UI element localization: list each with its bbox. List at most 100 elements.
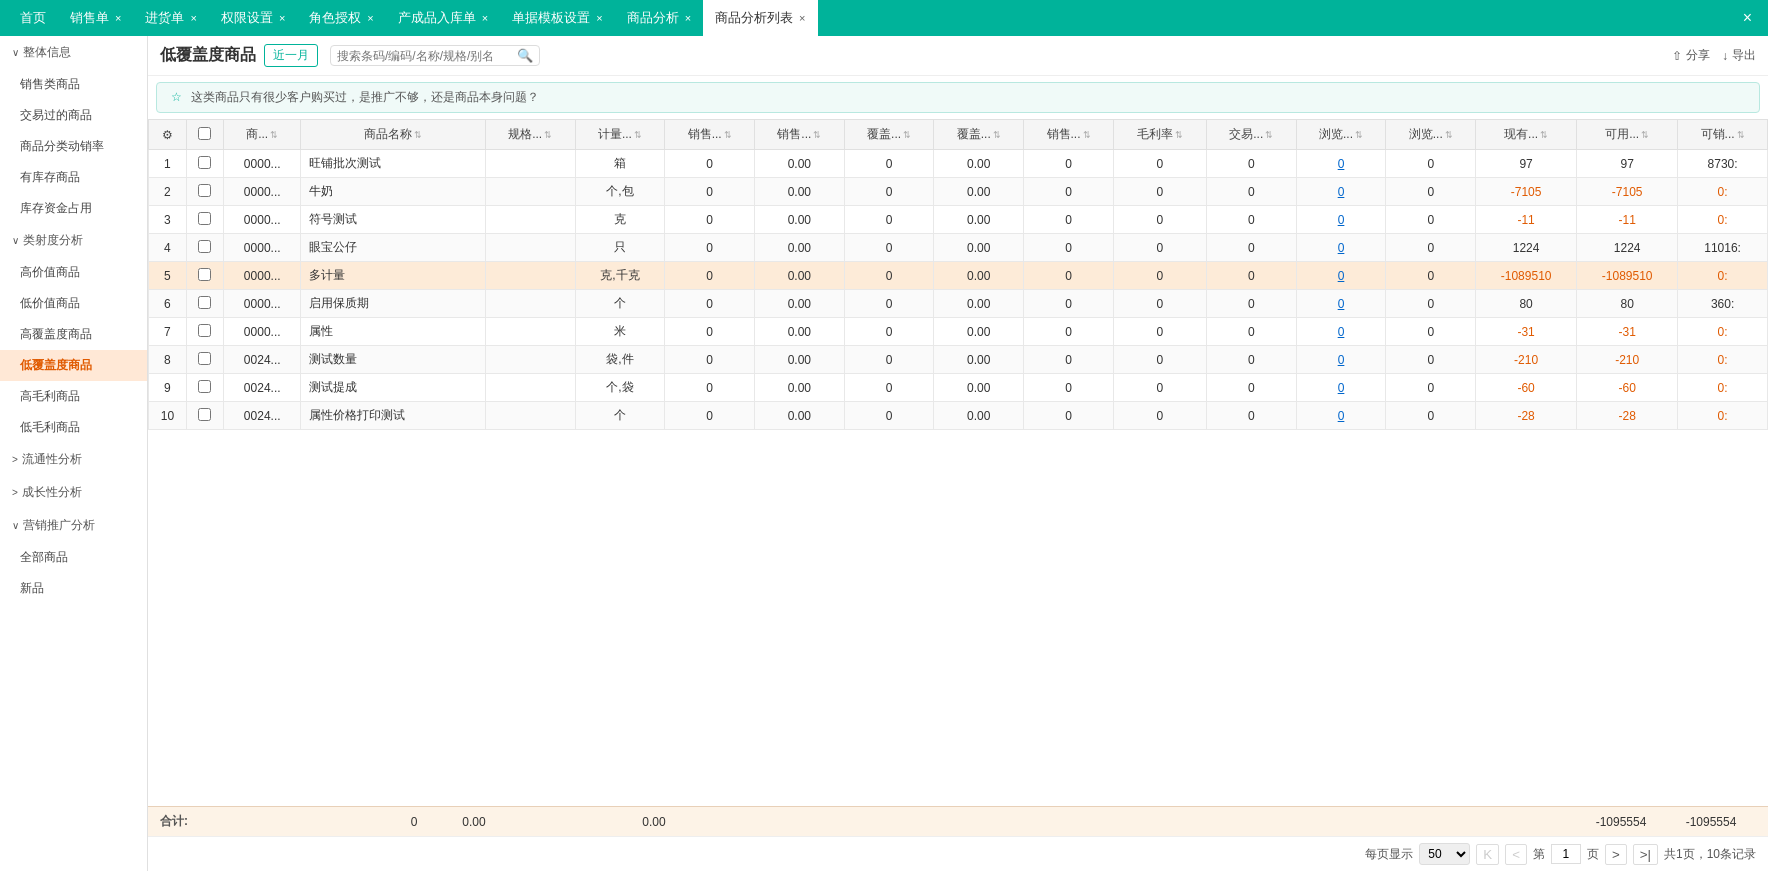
row-checkbox[interactable]: [186, 206, 223, 234]
last-page-button[interactable]: >|: [1633, 844, 1658, 865]
nav-tab-products[interactable]: 产成品入库单 ×: [386, 0, 500, 36]
row-cover2: 0.00: [934, 402, 1024, 430]
row-browse1[interactable]: 0: [1296, 374, 1386, 402]
row-checkbox[interactable]: [186, 262, 223, 290]
row-browse1[interactable]: 0: [1296, 262, 1386, 290]
row-browse1[interactable]: 0: [1296, 346, 1386, 374]
row-checkbox[interactable]: [186, 290, 223, 318]
per-page-select[interactable]: 50 20 100: [1419, 843, 1470, 865]
nav-tab-roles[interactable]: 角色授权 ×: [297, 0, 385, 36]
col-cover1[interactable]: 覆盖... ⇅: [844, 120, 934, 150]
col-unit[interactable]: 计量... ⇅: [575, 120, 665, 150]
select-all-checkbox[interactable]: [198, 127, 211, 140]
next-page-button[interactable]: >: [1605, 844, 1627, 865]
sidebar-item-stock-goods[interactable]: 有库存商品: [0, 162, 147, 193]
col-checkbox[interactable]: [186, 120, 223, 150]
search-input[interactable]: [337, 49, 517, 63]
sidebar-item-category-rate[interactable]: 商品分类动销率: [0, 131, 147, 162]
col-settings[interactable]: ⚙: [149, 120, 187, 150]
close-all-tabs-button[interactable]: ×: [1735, 9, 1760, 27]
row-browse1[interactable]: 0: [1296, 290, 1386, 318]
nav-tab-permissions[interactable]: 权限设置 ×: [209, 0, 297, 36]
row-gross: 0: [1113, 178, 1206, 206]
row-available: -31: [1577, 318, 1678, 346]
close-icon[interactable]: ×: [279, 12, 285, 24]
current-page-input[interactable]: [1551, 844, 1581, 864]
row-gross: 0: [1113, 346, 1206, 374]
close-icon[interactable]: ×: [115, 12, 121, 24]
export-button[interactable]: ↓ 导出: [1722, 47, 1756, 64]
col-saleable[interactable]: 可销... ⇅: [1678, 120, 1768, 150]
col-sales-qty[interactable]: 销售... ⇅: [665, 120, 755, 150]
sidebar-item-high-value[interactable]: 高价值商品: [0, 257, 147, 288]
col-name[interactable]: 商品名称 ⇅: [301, 120, 485, 150]
close-icon[interactable]: ×: [190, 12, 196, 24]
sidebar-item-low-value[interactable]: 低价值商品: [0, 288, 147, 319]
nav-tab-sales[interactable]: 销售单 ×: [58, 0, 133, 36]
sort-icon: ⇅: [634, 130, 642, 140]
settings-icon[interactable]: ⚙: [162, 128, 173, 142]
col-trade[interactable]: 交易... ⇅: [1206, 120, 1296, 150]
sidebar-item-new-goods[interactable]: 新品: [0, 573, 147, 604]
sidebar-item-all-goods[interactable]: 全部商品: [0, 542, 147, 573]
sidebar-section-overall[interactable]: ∨ 整体信息: [0, 36, 147, 69]
row-checkbox[interactable]: [186, 402, 223, 430]
sidebar-item-low-coverage[interactable]: 低覆盖度商品: [0, 350, 147, 381]
row-sales-qty: 0: [665, 402, 755, 430]
nav-tab-analysis-list[interactable]: 商品分析列表 ×: [703, 0, 817, 36]
close-icon[interactable]: ×: [685, 12, 691, 24]
row-name: 测试提成: [301, 374, 485, 402]
sidebar-item-sales-goods[interactable]: 销售类商品: [0, 69, 147, 100]
row-checkbox[interactable]: [186, 150, 223, 178]
nav-tab-templates[interactable]: 单据模板设置 ×: [500, 0, 614, 36]
close-icon[interactable]: ×: [596, 12, 602, 24]
row-browse1[interactable]: 0: [1296, 318, 1386, 346]
row-checkbox[interactable]: [186, 374, 223, 402]
close-icon[interactable]: ×: [367, 12, 373, 24]
row-available: -28: [1577, 402, 1678, 430]
share-button[interactable]: ⇧ 分享: [1672, 47, 1710, 64]
row-current: -11: [1476, 206, 1577, 234]
sidebar-item-low-margin[interactable]: 低毛利商品: [0, 412, 147, 443]
nav-tab-analysis[interactable]: 商品分析 ×: [615, 0, 703, 36]
col-browse1[interactable]: 浏览... ⇅: [1296, 120, 1386, 150]
row-checkbox[interactable]: [186, 346, 223, 374]
col-code[interactable]: 商... ⇅: [224, 120, 301, 150]
main-layout: ∨ 整体信息 销售类商品 交易过的商品 商品分类动销率 有库存商品 库存资金占用…: [0, 36, 1768, 871]
row-browse1[interactable]: 0: [1296, 206, 1386, 234]
col-spec[interactable]: 规格... ⇅: [485, 120, 575, 150]
sidebar-section-coverage[interactable]: ∨ 类射度分析: [0, 224, 147, 257]
row-browse1[interactable]: 0: [1296, 234, 1386, 262]
search-icon: 🔍: [517, 48, 533, 63]
col-current[interactable]: 现有... ⇅: [1476, 120, 1577, 150]
col-cover2[interactable]: 覆盖... ⇅: [934, 120, 1024, 150]
time-filter-button[interactable]: 近一月: [264, 44, 318, 67]
col-gross[interactable]: 毛利率 ⇅: [1113, 120, 1206, 150]
row-trade: 0: [1206, 178, 1296, 206]
prev-page-button[interactable]: <: [1505, 844, 1527, 865]
col-browse2[interactable]: 浏览... ⇅: [1386, 120, 1476, 150]
sidebar-item-stock-capital[interactable]: 库存资金占用: [0, 193, 147, 224]
col-sales-amt[interactable]: 销售... ⇅: [755, 120, 845, 150]
chevron-down-icon: ∨: [12, 235, 19, 246]
sidebar-section-liquidity[interactable]: > 流通性分析: [0, 443, 147, 476]
row-browse1[interactable]: 0: [1296, 402, 1386, 430]
close-icon[interactable]: ×: [799, 12, 805, 24]
col-available[interactable]: 可用... ⇅: [1577, 120, 1678, 150]
row-checkbox[interactable]: [186, 178, 223, 206]
sidebar-section-marketing[interactable]: ∨ 营销推广分析: [0, 509, 147, 542]
sidebar-item-high-margin[interactable]: 高毛利商品: [0, 381, 147, 412]
nav-tab-home[interactable]: 首页: [8, 0, 58, 36]
sidebar-item-high-coverage[interactable]: 高覆盖度商品: [0, 319, 147, 350]
sidebar-item-traded-goods[interactable]: 交易过的商品: [0, 100, 147, 131]
first-page-button[interactable]: K: [1476, 844, 1499, 865]
close-icon[interactable]: ×: [482, 12, 488, 24]
row-checkbox[interactable]: [186, 234, 223, 262]
row-browse1[interactable]: 0: [1296, 178, 1386, 206]
row-checkbox[interactable]: [186, 318, 223, 346]
col-sales3[interactable]: 销售... ⇅: [1024, 120, 1114, 150]
sidebar-section-growth[interactable]: > 成长性分析: [0, 476, 147, 509]
nav-tab-purchase[interactable]: 进货单 ×: [133, 0, 208, 36]
row-browse1[interactable]: 0: [1296, 150, 1386, 178]
row-browse2: 0: [1386, 234, 1476, 262]
